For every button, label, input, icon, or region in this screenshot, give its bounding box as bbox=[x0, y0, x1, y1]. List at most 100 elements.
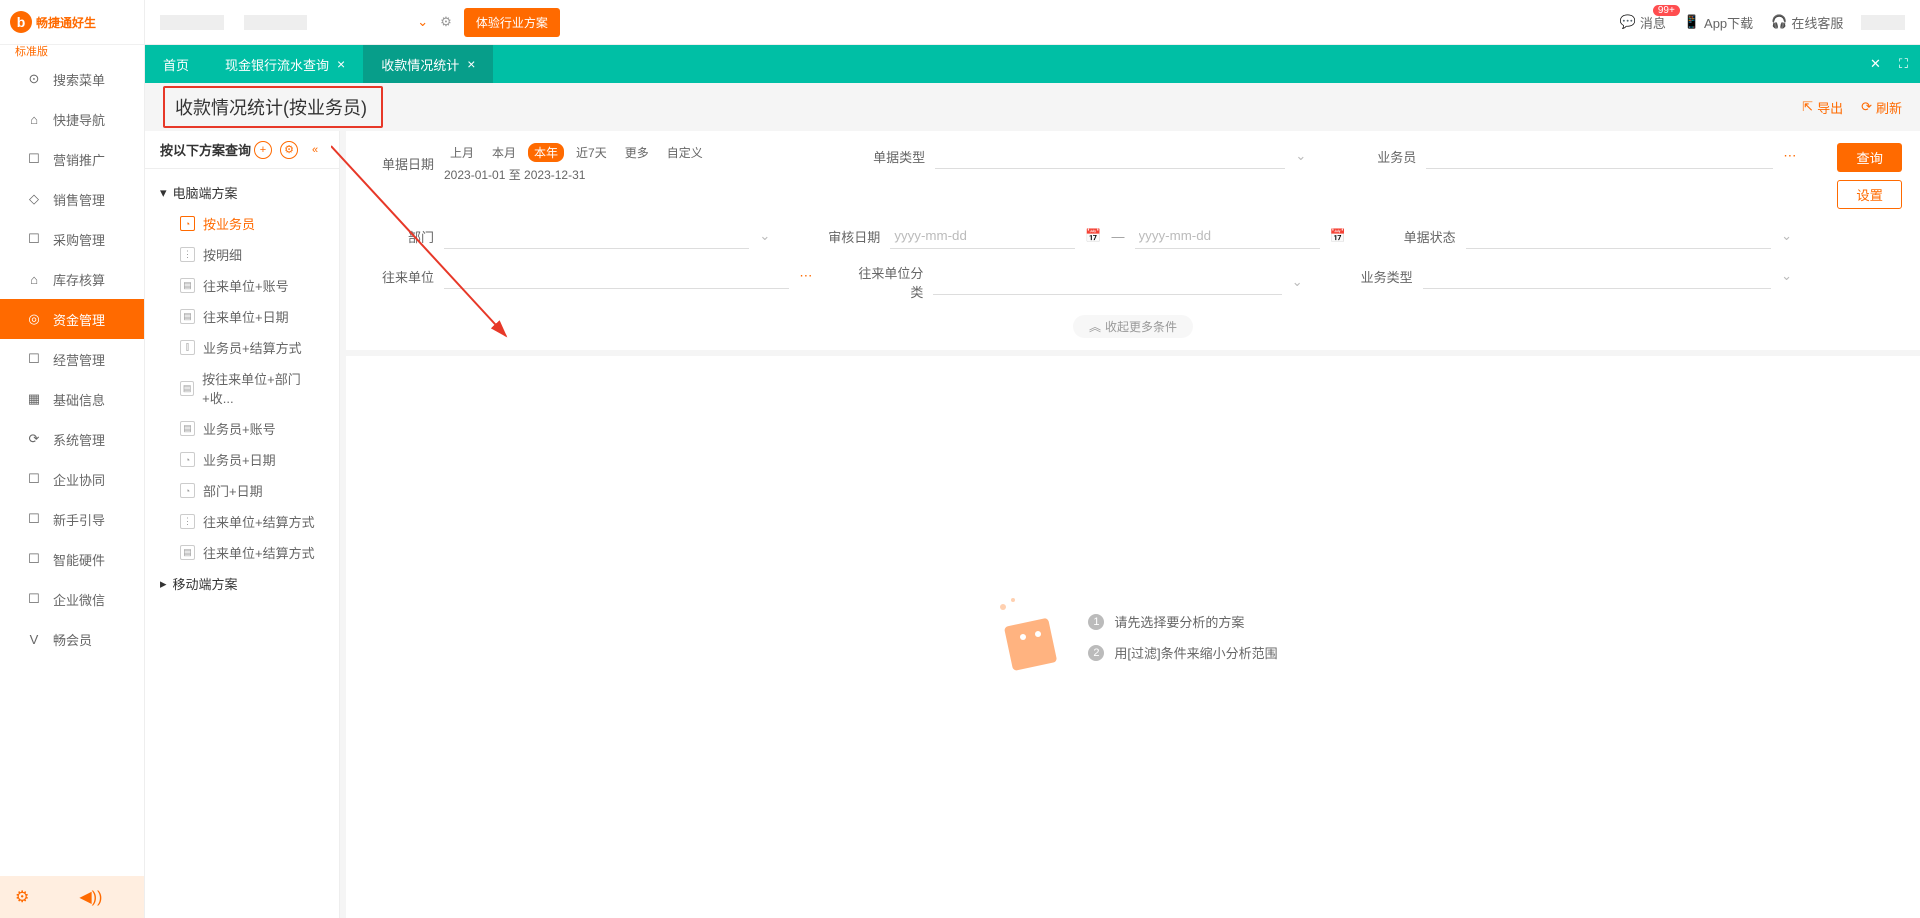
scheme-group-desktop[interactable]: ▾电脑端方案 bbox=[145, 177, 339, 208]
partner-cat-select[interactable] bbox=[933, 269, 1281, 295]
scheme-item[interactable]: ◔部门+日期 bbox=[145, 475, 339, 506]
more-icon[interactable]: ⋯ bbox=[799, 268, 813, 284]
trial-button[interactable]: 体验行业方案 bbox=[464, 8, 560, 37]
refresh-button[interactable]: ⟳刷新 bbox=[1861, 98, 1902, 117]
chevron-down-icon[interactable]: ⌄ bbox=[759, 228, 770, 244]
dash-icon: — bbox=[1112, 229, 1125, 244]
settings-icon[interactable]: ⚙ bbox=[15, 887, 29, 907]
scheme-settings-button[interactable]: ⚙ bbox=[280, 141, 298, 159]
scheme-item[interactable]: ▤往来单位+账号 bbox=[145, 270, 339, 301]
scheme-item[interactable]: ▤往来单位+日期 bbox=[145, 301, 339, 332]
chevron-down-icon[interactable]: ⌄ bbox=[1295, 148, 1306, 164]
date-tab-thismonth[interactable]: 本月 bbox=[486, 143, 522, 162]
fullscreen-icon[interactable]: ⛶ bbox=[1899, 56, 1908, 72]
calendar-icon[interactable]: 📅 bbox=[1085, 228, 1101, 244]
topbar: ⌄ ⚙ 体验行业方案 💬 消息 99+ 📱 App下载 🎧 在线客服 bbox=[145, 0, 1920, 45]
scheme-item[interactable]: ⋮按明细 bbox=[145, 239, 339, 270]
menu-member[interactable]: V畅会员 bbox=[0, 619, 144, 659]
main-area: ⌄ ⚙ 体验行业方案 💬 消息 99+ 📱 App下载 🎧 在线客服 bbox=[145, 0, 1920, 918]
close-icon[interactable]: × bbox=[337, 56, 345, 72]
query-button[interactable]: 查询 bbox=[1837, 143, 1902, 172]
menu-system[interactable]: ⟳系统管理 bbox=[0, 419, 144, 459]
menu-sales[interactable]: ◇销售管理 bbox=[0, 179, 144, 219]
tab-receipts[interactable]: 收款情况统计× bbox=[363, 45, 493, 83]
main-menu: ⊙搜索菜单 ⌂快捷导航 ☐营销推广 ◇销售管理 ☐采购管理 ⌂库存核算 ◎资金管… bbox=[0, 59, 144, 876]
app-download-link[interactable]: 📱 App下载 bbox=[1684, 13, 1753, 32]
more-icon[interactable]: ⋯ bbox=[1783, 148, 1797, 164]
salesperson-input[interactable] bbox=[1426, 143, 1773, 169]
menu-collab[interactable]: ☐企业协同 bbox=[0, 459, 144, 499]
scheme-item[interactable]: ⋮往来单位+结算方式 bbox=[145, 506, 339, 537]
chevron-down-icon[interactable]: ⌄ bbox=[1781, 228, 1792, 244]
messages-link[interactable]: 💬 消息 99+ bbox=[1620, 13, 1666, 32]
tab-home[interactable]: 首页 bbox=[145, 45, 207, 83]
menu-guide[interactable]: ☐新手引导 bbox=[0, 499, 144, 539]
menu-funds[interactable]: ◎资金管理 bbox=[0, 299, 144, 339]
caret-right-icon: ▸ bbox=[160, 576, 167, 592]
menu-basicinfo[interactable]: ▦基础信息 bbox=[0, 379, 144, 419]
scheme-group-mobile[interactable]: ▸移动端方案 bbox=[145, 568, 339, 599]
doc-icon: ▤ bbox=[180, 421, 195, 436]
cart-icon: ◇ bbox=[25, 190, 43, 208]
menu-purchase[interactable]: ☐采购管理 bbox=[0, 219, 144, 259]
book-icon: ☐ bbox=[25, 510, 43, 528]
date-tab-7days[interactable]: 近7天 bbox=[570, 143, 613, 162]
scheme-item[interactable]: ▤往来单位+结算方式 bbox=[145, 537, 339, 568]
sound-icon[interactable]: ◀)) bbox=[79, 887, 102, 907]
clock-icon: ◔ bbox=[180, 483, 195, 498]
audit-date-to[interactable] bbox=[1135, 223, 1320, 249]
doc-icon: ▤ bbox=[180, 545, 195, 560]
bill-date-label: 单据日期 bbox=[364, 154, 434, 173]
gear-icon[interactable]: ⚙ bbox=[440, 14, 452, 30]
warehouse-icon: ⌂ bbox=[25, 270, 43, 288]
device-icon: ☐ bbox=[25, 550, 43, 568]
partner-input[interactable] bbox=[444, 263, 789, 289]
menu-wechat[interactable]: ☐企业微信 bbox=[0, 579, 144, 619]
close-icon[interactable]: × bbox=[467, 56, 475, 72]
date-tab-more[interactable]: 更多 bbox=[619, 143, 655, 162]
bill-status-select[interactable] bbox=[1466, 223, 1771, 249]
support-link[interactable]: 🎧 在线客服 bbox=[1771, 13, 1843, 32]
menu-quicknav[interactable]: ⌂快捷导航 bbox=[0, 99, 144, 139]
audit-date-from[interactable] bbox=[890, 223, 1075, 249]
date-tab-thisyear[interactable]: 本年 bbox=[528, 143, 564, 162]
date-tabs: 上月 本月 本年 近7天 更多 自定义 bbox=[444, 143, 815, 162]
bill-type-select[interactable] bbox=[935, 143, 1285, 169]
menu-search[interactable]: ⊙搜索菜单 bbox=[0, 59, 144, 99]
doc-icon: ▤ bbox=[180, 309, 195, 324]
settings-button[interactable]: 设置 bbox=[1837, 180, 1902, 209]
scheme-item[interactable]: ◔按业务员 bbox=[145, 208, 339, 239]
add-scheme-button[interactable]: + bbox=[254, 141, 272, 159]
menu-hardware[interactable]: ☐智能硬件 bbox=[0, 539, 144, 579]
bill-type-label: 单据类型 bbox=[855, 147, 925, 166]
org-selector[interactable]: ⌄ bbox=[160, 14, 428, 30]
filters-panel: 单据日期 上月 本月 本年 近7天 更多 自定义 20 bbox=[346, 131, 1920, 350]
scheme-item[interactable]: ◔业务员+日期 bbox=[145, 444, 339, 475]
menu-marketing[interactable]: ☐营销推广 bbox=[0, 139, 144, 179]
chevron-down-icon[interactable]: ⌄ bbox=[1781, 268, 1792, 284]
chevron-down-icon[interactable]: ⌄ bbox=[1292, 274, 1303, 290]
chart-icon: ⫿ bbox=[180, 340, 195, 355]
audit-date-label: 审核日期 bbox=[810, 227, 880, 246]
biz-type-label: 业务类型 bbox=[1343, 267, 1413, 286]
caret-down-icon: ▾ bbox=[160, 185, 167, 201]
scheme-item[interactable]: ▤按往来单位+部门+收... bbox=[145, 363, 339, 413]
calendar-icon[interactable]: 📅 bbox=[1330, 228, 1346, 244]
biz-type-select[interactable] bbox=[1423, 263, 1771, 289]
dept-select[interactable] bbox=[444, 223, 749, 249]
date-tab-lastmonth[interactable]: 上月 bbox=[444, 143, 480, 162]
logo-area: b 畅捷通好生 bbox=[0, 0, 144, 45]
doc-icon: ▤ bbox=[180, 278, 195, 293]
scheme-item[interactable]: ▤业务员+账号 bbox=[145, 413, 339, 444]
close-all-icon[interactable]: ✕ bbox=[1870, 56, 1881, 72]
date-tab-custom[interactable]: 自定义 bbox=[661, 143, 709, 162]
collapse-filters-button[interactable]: ︽ 收起更多条件 bbox=[1073, 315, 1193, 338]
menu-operations[interactable]: ☐经营管理 bbox=[0, 339, 144, 379]
collapse-panel-icon[interactable]: « bbox=[306, 141, 324, 159]
scheme-item[interactable]: ⫿业务员+结算方式 bbox=[145, 332, 339, 363]
tab-cashflow[interactable]: 现金银行流水查询× bbox=[207, 45, 363, 83]
export-button[interactable]: ⇱导出 bbox=[1802, 98, 1843, 117]
user-avatar[interactable] bbox=[1861, 15, 1905, 30]
menu-inventory[interactable]: ⌂库存核算 bbox=[0, 259, 144, 299]
vip-icon: V bbox=[25, 630, 43, 648]
